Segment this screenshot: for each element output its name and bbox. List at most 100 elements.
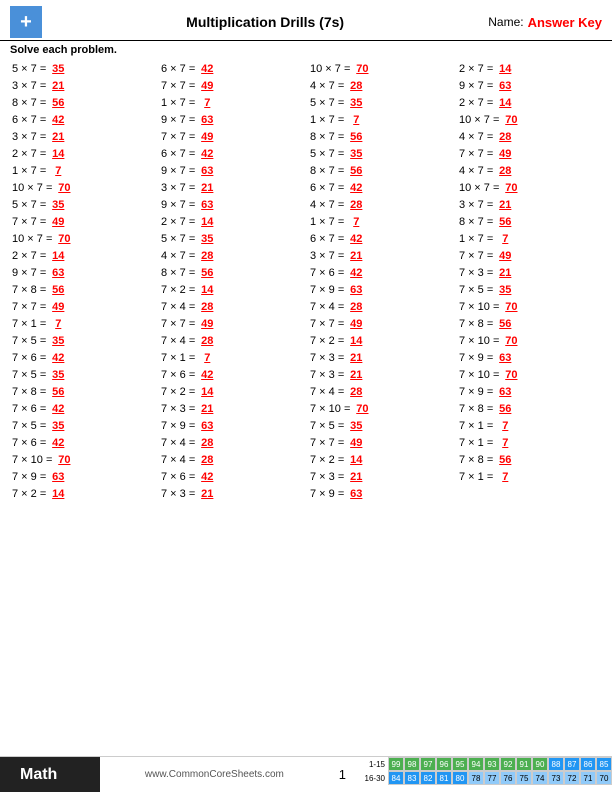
problem-item: 7 × 8 =56 — [8, 282, 157, 298]
problem-text: 7 × 3 = — [310, 352, 344, 364]
problem-item: 7 × 5 =35 — [8, 333, 157, 349]
problem-item: 7 × 3 =21 — [157, 401, 306, 417]
problem-item: 10 × 7 =70 — [306, 61, 455, 77]
problem-text: 7 × 4 = — [310, 386, 344, 398]
problem-text: 9 × 7 = — [459, 80, 493, 92]
problem-answer: 14 — [48, 250, 68, 262]
problem-item: 5 × 7 =35 — [8, 197, 157, 213]
problem-text: 9 × 7 = — [161, 165, 195, 177]
problem-item: 7 × 1 =7 — [455, 418, 604, 434]
problem-text: 6 × 7 = — [310, 182, 344, 194]
problem-text: 6 × 7 = — [161, 148, 195, 160]
problem-item: 7 × 1 =7 — [157, 350, 306, 366]
problem-item: 7 × 3 =21 — [306, 367, 455, 383]
score-range-label: 1-15 — [356, 760, 388, 769]
score-cell: 71 — [580, 771, 596, 785]
problem-answer: 63 — [197, 199, 217, 211]
problem-text: 7 × 7 = — [310, 437, 344, 449]
problem-answer: 21 — [346, 471, 366, 483]
problem-text: 3 × 7 = — [12, 131, 46, 143]
problem-answer: 56 — [495, 318, 515, 330]
problem-answer: 63 — [197, 420, 217, 432]
problem-item: 2 × 7 =14 — [455, 95, 604, 111]
problem-item: 7 × 10 =70 — [8, 452, 157, 468]
problem-item: 7 × 4 =28 — [306, 384, 455, 400]
problem-text: 1 × 7 = — [310, 216, 344, 228]
problem-item: 1 × 7 =7 — [306, 214, 455, 230]
problem-text: 7 × 4 = — [161, 301, 195, 313]
problem-answer: 70 — [352, 63, 372, 75]
problem-item: 2 × 7 =14 — [455, 61, 604, 77]
problem-text: 7 × 7 = — [161, 80, 195, 92]
problem-item: 1 × 7 =7 — [455, 231, 604, 247]
problem-answer: 21 — [197, 182, 217, 194]
problem-text: 7 × 5 = — [310, 420, 344, 432]
problem-item: 7 × 6 =42 — [157, 367, 306, 383]
problem-answer: 56 — [346, 131, 366, 143]
name-area: Name: Answer Key — [488, 15, 602, 30]
problem-text: 7 × 1 = — [161, 352, 195, 364]
problem-text: 7 × 10 = — [310, 403, 350, 415]
problem-answer: 70 — [501, 335, 521, 347]
problem-answer: 56 — [495, 454, 515, 466]
problem-answer: 35 — [346, 148, 366, 160]
problem-item: 10 × 7 =70 — [8, 231, 157, 247]
footer: Math www.CommonCoreSheets.com 1 1-159998… — [0, 756, 612, 792]
problem-answer: 14 — [197, 216, 217, 228]
problem-answer: 7 — [197, 97, 217, 109]
problem-item: 8 × 7 =56 — [157, 265, 306, 281]
problem-text: 7 × 4 = — [310, 301, 344, 313]
problem-answer: 56 — [48, 386, 68, 398]
problem-answer: 28 — [197, 335, 217, 347]
problem-item: 6 × 7 =42 — [306, 231, 455, 247]
problem-text: 5 × 7 = — [12, 199, 46, 211]
problem-text: 4 × 7 = — [310, 80, 344, 92]
score-cell: 84 — [388, 771, 404, 785]
problem-item: 1 × 7 =7 — [8, 163, 157, 179]
problem-item: 7 × 3 =21 — [455, 265, 604, 281]
problem-answer: 42 — [197, 63, 217, 75]
problem-item: 7 × 5 =35 — [306, 418, 455, 434]
problem-item: 3 × 7 =21 — [157, 180, 306, 196]
problem-item: 9 × 7 =63 — [8, 265, 157, 281]
problem-text: 4 × 7 = — [161, 250, 195, 262]
problem-item: 3 × 7 =21 — [306, 248, 455, 264]
problem-item: 7 × 7 =49 — [8, 299, 157, 315]
problem-answer: 14 — [197, 284, 217, 296]
problem-text: 7 × 3 = — [161, 488, 195, 500]
problem-text: 1 × 7 = — [161, 97, 195, 109]
problem-text: 7 × 3 = — [161, 403, 195, 415]
score-cell: 92 — [500, 757, 516, 771]
problem-answer: 7 — [48, 318, 68, 330]
problem-item: 7 × 9 =63 — [306, 282, 455, 298]
score-cell: 94 — [468, 757, 484, 771]
problem-item: 2 × 7 =14 — [157, 214, 306, 230]
problem-item: 10 × 7 =70 — [455, 112, 604, 128]
problem-text: 7 × 5 = — [459, 284, 493, 296]
problem-text: 5 × 7 = — [161, 233, 195, 245]
problem-answer: 49 — [495, 148, 515, 160]
problem-text: 7 × 7 = — [12, 216, 46, 228]
problem-answer: 56 — [495, 216, 515, 228]
problem-item: 7 × 2 =14 — [157, 384, 306, 400]
problem-text: 2 × 7 = — [12, 250, 46, 262]
problem-answer: 63 — [495, 386, 515, 398]
problem-text: 9 × 7 = — [161, 199, 195, 211]
problem-text: 7 × 4 = — [161, 437, 195, 449]
answer-key-label: Answer Key — [528, 15, 602, 30]
problem-answer: 21 — [48, 131, 68, 143]
problem-item: 7 × 8 =56 — [455, 316, 604, 332]
problem-text: 8 × 7 = — [310, 131, 344, 143]
problem-item: 4 × 7 =28 — [306, 78, 455, 94]
problem-answer: 42 — [346, 233, 366, 245]
problem-answer: 70 — [54, 454, 74, 466]
problem-answer: 42 — [346, 182, 366, 194]
problem-item: 7 × 4 =28 — [306, 299, 455, 315]
problem-answer: 35 — [197, 233, 217, 245]
problem-item: 7 × 2 =14 — [157, 282, 306, 298]
score-row: 1-159998979695949392919088878685 — [356, 757, 612, 771]
problem-answer: 21 — [197, 403, 217, 415]
score-cell: 80 — [452, 771, 468, 785]
problem-answer: 7 — [346, 114, 366, 126]
problem-answer: 42 — [48, 403, 68, 415]
